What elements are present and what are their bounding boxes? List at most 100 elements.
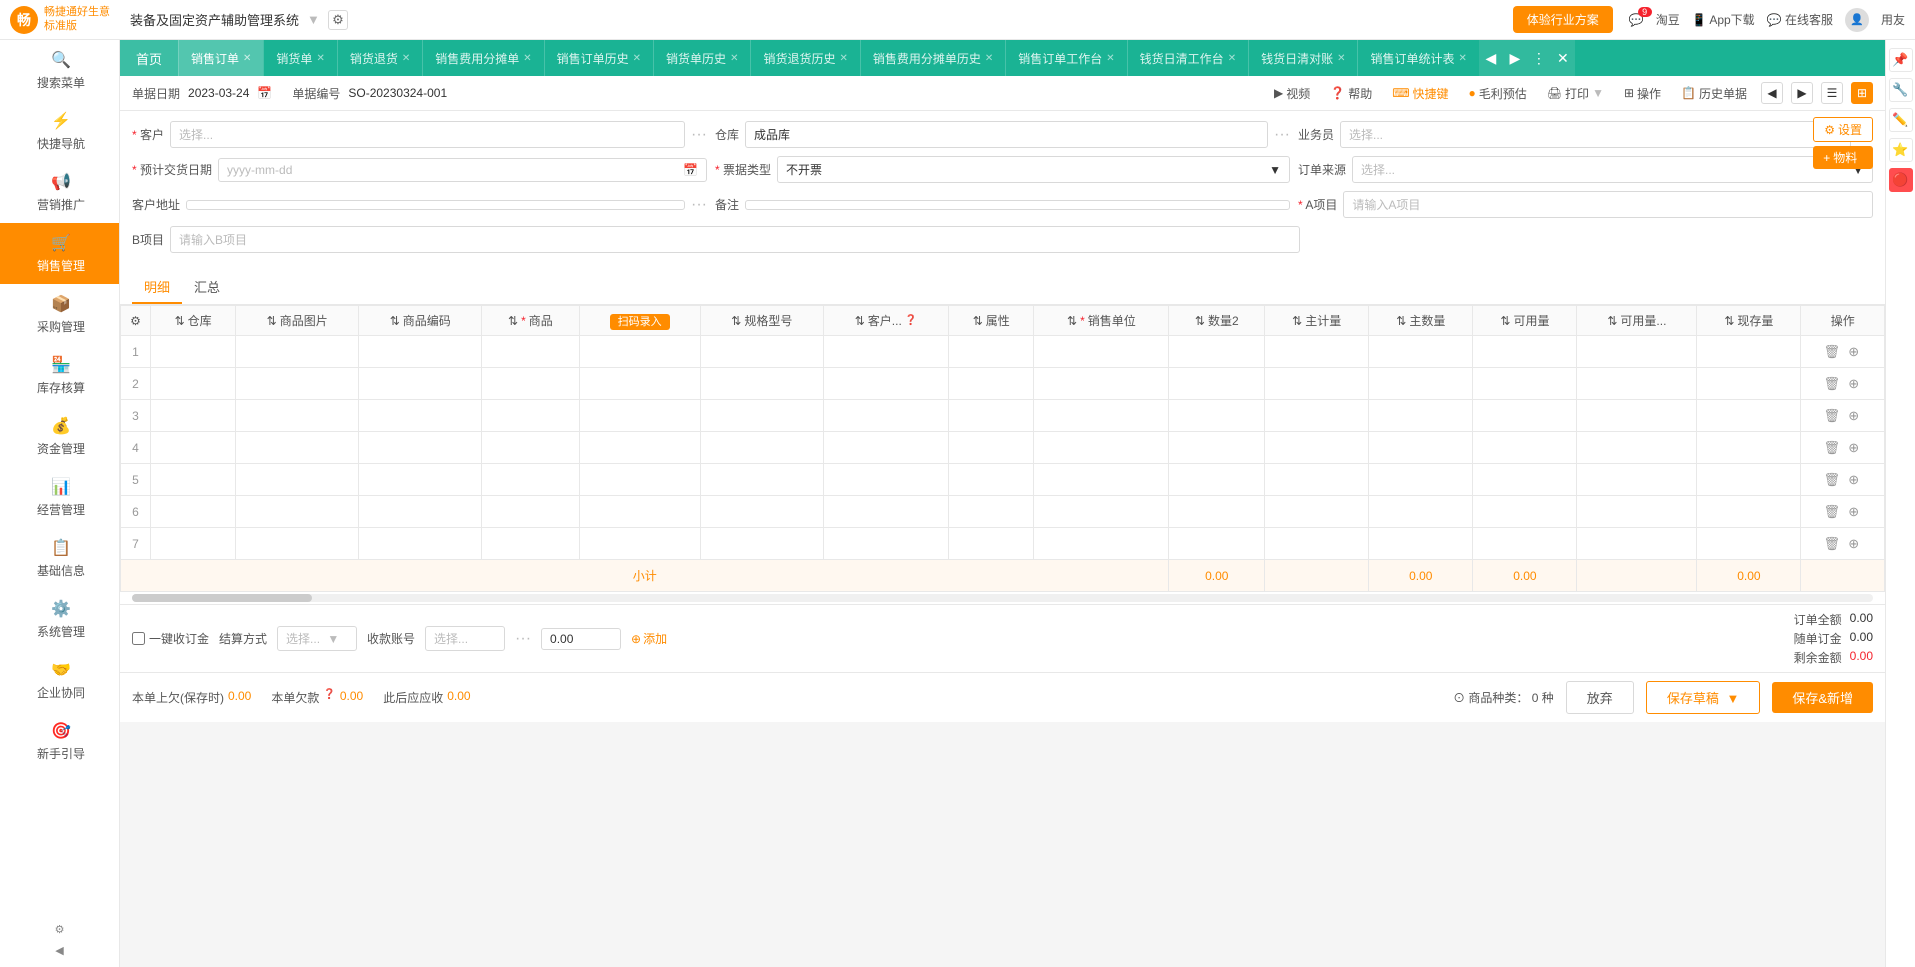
sidebar-item-finance[interactable]: 💰 资金管理 — [0, 406, 119, 467]
settings-btn[interactable]: ⚙ 设置 — [1813, 117, 1873, 142]
order-source-select[interactable]: 选择... ▼ — [1352, 156, 1873, 183]
tab-reconcile[interactable]: 钱货日清对账 ✕ — [1248, 40, 1357, 76]
th-main-unit[interactable]: ⇅ 主计量 — [1265, 306, 1369, 336]
customer-more-btn[interactable]: ··· — [691, 126, 707, 144]
next-record-btn[interactable]: ▶ — [1791, 82, 1813, 104]
discard-button[interactable]: 放弃 — [1566, 681, 1634, 714]
payment-method-select[interactable]: 选择... ▼ — [277, 626, 357, 651]
delete-row-7-btn[interactable]: 🗑 — [1823, 535, 1841, 553]
history-btn[interactable]: 📋 历史单据 — [1675, 83, 1753, 104]
tab-close-5[interactable]: ✕ — [633, 53, 641, 64]
view-video-btn[interactable]: ▶ 视频 — [1268, 83, 1316, 104]
tab-daily-clear[interactable]: 钱货日清工作台 ✕ — [1127, 40, 1248, 76]
tab-home[interactable]: 首页 — [120, 40, 178, 76]
sidebar-item-enterprise[interactable]: 🤝 企业协同 — [0, 650, 119, 711]
tab-nav-close-all[interactable]: ✕ — [1551, 40, 1575, 76]
th-attribute[interactable]: ⇅ 属性 — [949, 306, 1034, 336]
warehouse-more-btn[interactable]: ··· — [1274, 126, 1290, 144]
th-spec[interactable]: ⇅ 规格型号 — [700, 306, 823, 336]
tab-order-workbench[interactable]: 销售订单工作台 ✕ — [1005, 40, 1126, 76]
scan-btn[interactable]: 扫码录入 — [610, 314, 670, 330]
save-draft-button[interactable]: 保存草稿 ▼ — [1646, 681, 1761, 714]
tab-goods-history[interactable]: 销货单历史 ✕ — [653, 40, 750, 76]
calendar-icon[interactable]: 📅 — [257, 86, 272, 100]
tab-sales-order[interactable]: 销售订单 ✕ — [178, 40, 263, 76]
right-panel-pin-btn[interactable]: 📌 — [1889, 48, 1913, 72]
copy-row-5-btn[interactable]: ⊕ — [1845, 471, 1863, 489]
copy-row-4-btn[interactable]: ⊕ — [1845, 439, 1863, 457]
list-view-btn[interactable]: ☰ — [1821, 82, 1843, 104]
ticket-type-select[interactable]: 不开票 ▼ — [777, 156, 1290, 183]
note-input[interactable] — [745, 200, 1290, 210]
th-available[interactable]: ⇅ 可用量 — [1473, 306, 1577, 336]
delete-row-1-btn[interactable]: 🗑 — [1823, 343, 1841, 361]
th-code[interactable]: ⇅ 商品编码 — [359, 306, 482, 336]
table-scrollbar[interactable] — [120, 592, 1885, 604]
sidebar-collapse[interactable]: ◀ — [55, 944, 63, 957]
address-input[interactable] — [186, 200, 685, 210]
sidebar-item-system[interactable]: ⚙️ 系统管理 — [0, 589, 119, 650]
trial-button[interactable]: 体验行业方案 — [1513, 6, 1613, 33]
print-btn[interactable]: 🖨 打印 ▼ — [1541, 83, 1610, 104]
sidebar-item-sales[interactable]: 🛒 销售管理 — [0, 223, 119, 284]
sidebar-item-quick-nav[interactable]: ⚡ 快捷导航 — [0, 101, 119, 162]
delete-row-4-btn[interactable]: 🗑 — [1823, 439, 1841, 457]
sidebar-item-inventory[interactable]: 🏪 库存核算 — [0, 345, 119, 406]
tab-sales-fee[interactable]: 销售费用分摊单 ✕ — [422, 40, 543, 76]
tab-sales-return[interactable]: 销货退货 ✕ — [337, 40, 422, 76]
shortcut-btn[interactable]: ⌨ 快捷键 — [1386, 83, 1454, 104]
tab-sales-order-history[interactable]: 销售订单历史 ✕ — [544, 40, 653, 76]
tab-close-10[interactable]: ✕ — [1228, 53, 1236, 64]
grid-view-btn[interactable]: ⊞ — [1851, 82, 1873, 104]
sidebar-settings[interactable]: ⚙ — [55, 923, 65, 936]
prev-record-btn[interactable]: ◀ — [1761, 82, 1783, 104]
th-main-qty[interactable]: ⇅ 主数量 — [1369, 306, 1473, 336]
th-image[interactable]: ⇅ 商品图片 — [236, 306, 359, 336]
staff-input[interactable]: 选择... — [1340, 121, 1851, 148]
sidebar-item-marketing[interactable]: 📢 营销推广 — [0, 162, 119, 223]
customer-input[interactable]: 选择... — [170, 121, 685, 148]
account-more-btn[interactable]: ··· — [515, 630, 531, 648]
copy-row-2-btn[interactable]: ⊕ — [1845, 375, 1863, 393]
amount-input[interactable]: 0.00 — [541, 628, 621, 650]
th-unit[interactable]: ⇅ * 销售单位 — [1034, 306, 1169, 336]
op-btn[interactable]: ⊞ 操作 — [1618, 83, 1667, 104]
tab-return-history[interactable]: 销货退货历史 ✕ — [750, 40, 859, 76]
profit-btn[interactable]: ● 毛利预估 — [1463, 83, 1533, 104]
account-select[interactable]: 选择... — [425, 626, 505, 651]
tab-close-8[interactable]: ✕ — [985, 53, 993, 64]
detail-tab-mingxi[interactable]: 明细 — [132, 271, 182, 304]
delete-row-3-btn[interactable]: 🗑 — [1823, 407, 1841, 425]
delete-row-6-btn[interactable]: 🗑 — [1823, 503, 1841, 521]
tab-close-4[interactable]: ✕ — [523, 53, 531, 64]
th-stock[interactable]: ⇅ 现存量 — [1697, 306, 1801, 336]
copy-row-3-btn[interactable]: ⊕ — [1845, 407, 1863, 425]
th-customer-code[interactable]: ⇅ 客户... ❓ — [823, 306, 948, 336]
th-product[interactable]: ⇅ * 商品 — [482, 306, 579, 336]
a-project-input[interactable]: 请输入A项目 — [1343, 191, 1873, 218]
add-payment-btn[interactable]: ⊕ 添加 — [631, 630, 667, 647]
tab-sales-goods[interactable]: 销货单 ✕ — [263, 40, 336, 76]
right-panel-tool-btn[interactable]: 🔧 — [1889, 78, 1913, 102]
tab-close-12[interactable]: ✕ — [1459, 53, 1467, 64]
copy-row-7-btn[interactable]: ⊕ — [1845, 535, 1863, 553]
th-warehouse[interactable]: ⇅ 仓库 — [151, 306, 236, 336]
th-gear[interactable]: ⚙ — [121, 306, 151, 336]
delete-row-5-btn[interactable]: 🗑 — [1823, 471, 1841, 489]
delete-row-2-btn[interactable]: 🗑 — [1823, 375, 1841, 393]
tab-nav-prev[interactable]: ◀ — [1479, 40, 1503, 76]
b-project-input[interactable]: 请输入B项目 — [170, 226, 1300, 253]
copy-row-6-btn[interactable]: ⊕ — [1845, 503, 1863, 521]
sidebar-item-guide[interactable]: 🎯 新手引导 — [0, 711, 119, 772]
tab-close-6[interactable]: ✕ — [730, 53, 738, 64]
sidebar-item-base[interactable]: 📋 基础信息 — [0, 528, 119, 589]
tab-close-3[interactable]: ✕ — [402, 53, 410, 64]
right-panel-alert-btn[interactable]: 🔴 — [1889, 168, 1913, 192]
tab-close-11[interactable]: ✕ — [1337, 53, 1345, 64]
copy-row-1-btn[interactable]: ⊕ — [1845, 343, 1863, 361]
add-material-btn[interactable]: + 物料 — [1813, 146, 1873, 169]
tab-close-7[interactable]: ✕ — [839, 53, 847, 64]
delivery-date-input[interactable]: yyyy-mm-dd 📅 — [218, 158, 707, 182]
right-panel-star-btn[interactable]: ⭐ — [1889, 138, 1913, 162]
one-click-checkbox[interactable] — [132, 632, 145, 645]
